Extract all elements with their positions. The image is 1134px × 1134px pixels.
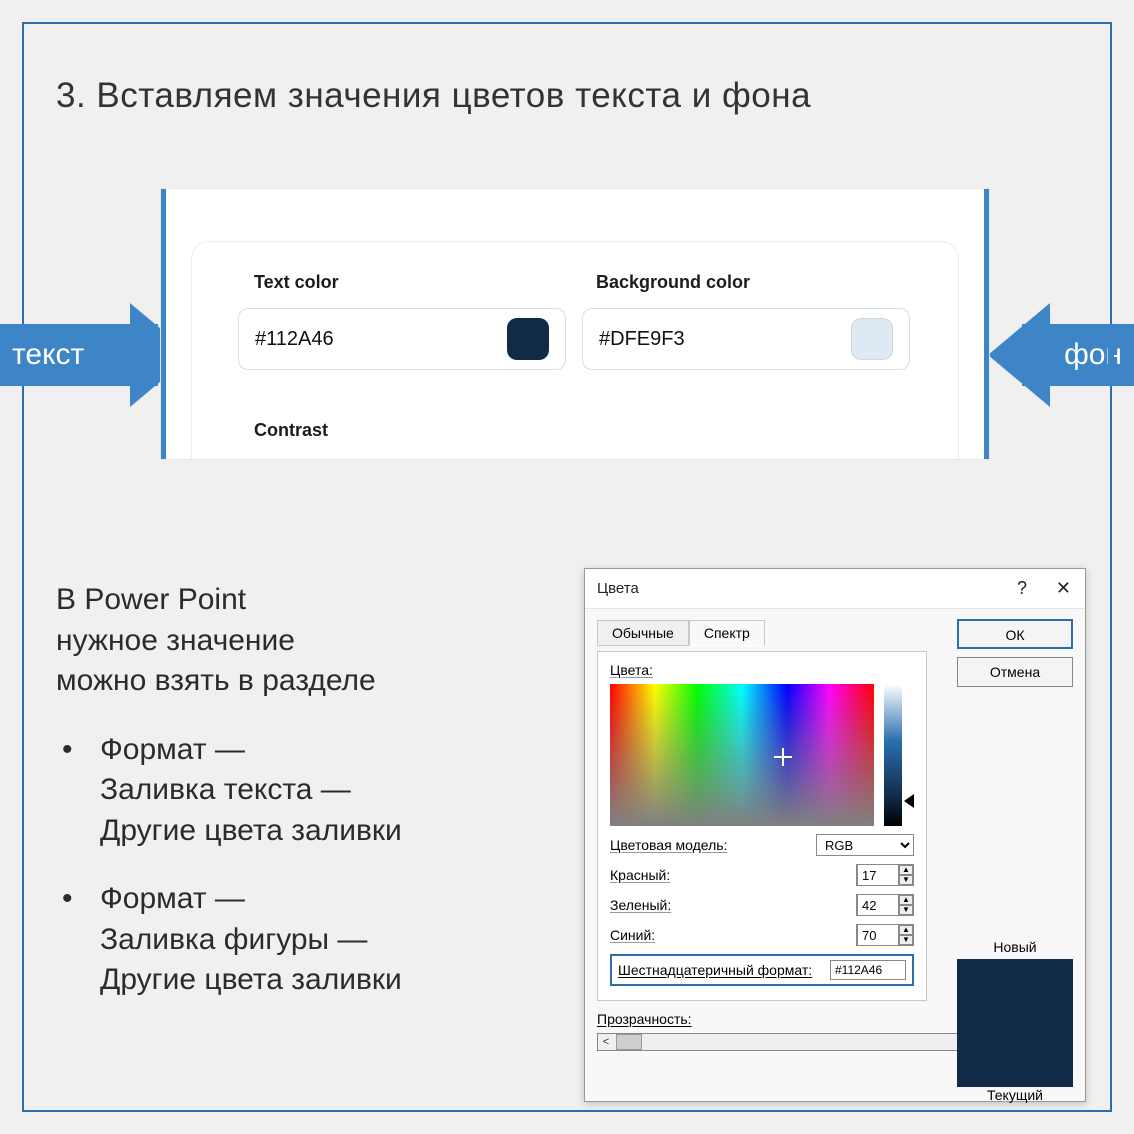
- hex-input[interactable]: [830, 960, 906, 980]
- help-icon[interactable]: ?: [1017, 578, 1027, 599]
- tab-content-spectrum: Цвета: Цветовая модель: RGB Красный:: [597, 651, 927, 1001]
- scroll-left-icon[interactable]: <: [598, 1034, 614, 1050]
- text-color-label: Text color: [254, 272, 339, 293]
- tab-standard[interactable]: Обычные: [597, 620, 689, 646]
- transparency-slider[interactable]: < >: [597, 1033, 1009, 1051]
- contrast-label: Contrast: [254, 420, 328, 441]
- contrast-checker-panel: Text color Background color #112A46 #DFE…: [160, 188, 990, 460]
- li1-line3: Другие цвета заливки: [100, 811, 566, 852]
- luminance-slider[interactable]: [884, 684, 902, 826]
- luminance-marker-icon[interactable]: [904, 794, 914, 808]
- transparency-thumb[interactable]: [616, 1034, 642, 1050]
- color-preview: Новый Текущий: [957, 939, 1073, 1107]
- current-label: Текущий: [957, 1087, 1073, 1103]
- blue-label: Синий:: [610, 927, 655, 943]
- green-label: Зеленый:: [610, 897, 671, 913]
- background-color-value: #DFE9F3: [599, 328, 685, 351]
- cancel-button[interactable]: Отмена: [957, 657, 1073, 687]
- text-color-value: #112A46: [255, 328, 334, 351]
- close-icon[interactable]: ✕: [1056, 578, 1071, 599]
- spectrum-picker[interactable]: [610, 684, 874, 826]
- blue-value[interactable]: [857, 924, 899, 946]
- text-color-swatch[interactable]: [507, 318, 549, 360]
- color-model-label: Цветовая модель:: [610, 837, 727, 853]
- intro-line-3: можно взять в разделе: [56, 661, 566, 702]
- intro-line-1: В Power Point: [56, 580, 566, 621]
- list-item: Формат — Заливка фигуры — Другие цвета з…: [56, 879, 566, 1001]
- intro-line-2: нужное значение: [56, 621, 566, 662]
- green-value[interactable]: [857, 894, 899, 916]
- chevron-up-icon[interactable]: ▲: [899, 925, 913, 935]
- li2-line1: Формат —: [100, 879, 566, 920]
- li2-line3: Другие цвета заливки: [100, 960, 566, 1001]
- text-color-input[interactable]: #112A46: [238, 308, 566, 370]
- instruction-text: В Power Point нужное значение можно взят…: [56, 580, 566, 1029]
- new-color-swatch: [957, 959, 1073, 1023]
- color-picker-dialog: Цвета ? ✕ ОК Отмена Обычные Спектр Цвета…: [584, 568, 1086, 1102]
- background-color-label: Background color: [596, 272, 750, 293]
- dialog-title: Цвета: [597, 580, 639, 597]
- edge-bars-right: [1108, 324, 1130, 386]
- panel-right-bar: [984, 189, 989, 459]
- background-color-swatch[interactable]: [851, 318, 893, 360]
- panel-left-bar: [161, 189, 166, 459]
- red-label: Красный:: [610, 867, 670, 883]
- slide-title: 3. Вставляем значения цветов текста и фо…: [56, 76, 811, 116]
- green-stepper[interactable]: ▲▼: [856, 894, 914, 916]
- tab-spectrum[interactable]: Спектр: [689, 620, 765, 646]
- red-value[interactable]: [857, 864, 899, 886]
- li2-line2: Заливка фигуры —: [100, 920, 566, 961]
- hex-row-highlight: Шестнадцатеричный формат:: [610, 954, 914, 986]
- colors-label: Цвета:: [610, 662, 914, 678]
- dialog-titlebar: Цвета ? ✕: [585, 569, 1085, 609]
- current-color-swatch: [957, 1023, 1073, 1087]
- background-color-input[interactable]: #DFE9F3: [582, 308, 910, 370]
- dialog-body: ОК Отмена Обычные Спектр Цвета: Цветовая…: [585, 609, 1085, 1101]
- color-model-select[interactable]: RGB: [816, 834, 914, 856]
- dialog-buttons: ОК Отмена: [957, 619, 1073, 687]
- new-label: Новый: [957, 939, 1073, 955]
- blue-stepper[interactable]: ▲▼: [856, 924, 914, 946]
- ok-button[interactable]: ОК: [957, 619, 1073, 649]
- list-item: Формат — Заливка текста — Другие цвета з…: [56, 730, 566, 852]
- chevron-up-icon[interactable]: ▲: [899, 895, 913, 905]
- chevron-up-icon[interactable]: ▲: [899, 865, 913, 875]
- li1-line1: Формат —: [100, 730, 566, 771]
- red-stepper[interactable]: ▲▼: [856, 864, 914, 886]
- li1-line2: Заливка текста —: [100, 770, 566, 811]
- arrow-left-icon: [988, 303, 1050, 407]
- chevron-down-icon[interactable]: ▼: [899, 875, 913, 885]
- hex-label: Шестнадцатеричный формат:: [618, 962, 812, 978]
- chevron-down-icon[interactable]: ▼: [899, 905, 913, 915]
- crosshair-icon: [774, 748, 792, 766]
- arrow-left-label: текст: [12, 338, 84, 372]
- chevron-down-icon[interactable]: ▼: [899, 935, 913, 945]
- contrast-checker-card: Text color Background color #112A46 #DFE…: [191, 241, 959, 459]
